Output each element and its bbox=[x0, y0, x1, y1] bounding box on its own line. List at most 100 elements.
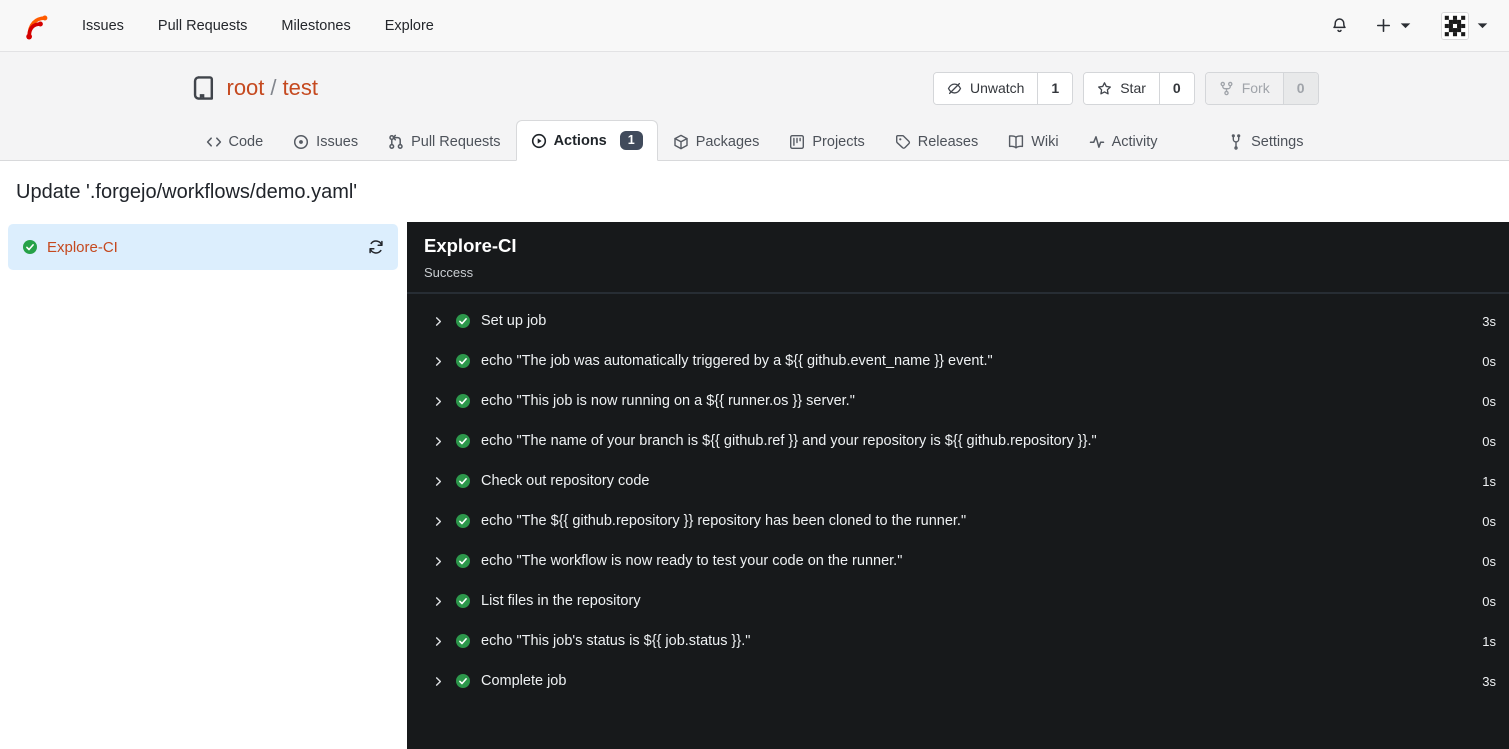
check-circle-icon bbox=[455, 673, 471, 689]
tab-activity-label: Activity bbox=[1111, 134, 1158, 150]
tab-settings-label: Settings bbox=[1251, 134, 1304, 150]
issue-opened-icon bbox=[293, 134, 309, 150]
nav-link-pull-requests[interactable]: Pull Requests bbox=[158, 18, 247, 34]
step-row-echo-this-job-s-status-is-job-status[interactable]: echo "This job's status is ${{ job.statu… bbox=[407, 621, 1509, 661]
step-row-set-up-job[interactable]: Set up job 3s bbox=[407, 301, 1509, 341]
step-duration: 0s bbox=[1482, 433, 1496, 449]
caret-down-icon bbox=[1474, 17, 1491, 34]
step-name: echo "The ${{ github.repository }} repos… bbox=[481, 513, 967, 529]
repo-name-link[interactable]: test bbox=[283, 75, 318, 101]
check-circle-icon bbox=[455, 473, 471, 489]
check-circle-icon bbox=[455, 433, 471, 449]
step-row-echo-the-github-repository-repository-ha[interactable]: echo "The ${{ github.repository }} repos… bbox=[407, 501, 1509, 541]
run-panel: Explore-CI Success Set up job 3s echo "The… bbox=[407, 222, 1509, 749]
repo-actions: Unwatch 1 Star 0 Fork 0 bbox=[932, 71, 1319, 105]
tab-activity[interactable]: Activity bbox=[1074, 123, 1173, 161]
tools-icon bbox=[1228, 134, 1244, 150]
tab-actions-label: Actions bbox=[553, 132, 607, 149]
create-new-button[interactable] bbox=[1375, 17, 1414, 34]
forgejo-logo-icon bbox=[22, 11, 52, 41]
nav-link-milestones[interactable]: Milestones bbox=[281, 18, 350, 34]
tab-projects-label: Projects bbox=[812, 134, 865, 150]
chevron-right-icon bbox=[432, 555, 445, 568]
step-duration: 3s bbox=[1482, 673, 1496, 689]
nav-link-explore[interactable]: Explore bbox=[385, 18, 434, 34]
step-row-list-files-in-the-repository[interactable]: List files in the repository 0s bbox=[407, 581, 1509, 621]
step-duration: 3s bbox=[1482, 313, 1496, 329]
step-duration: 0s bbox=[1482, 553, 1496, 569]
chevron-right-icon bbox=[432, 675, 445, 688]
repo-title-row: root / test Unwatch 1 Star 0 Fork 0 bbox=[191, 52, 1319, 108]
tab-issues[interactable]: Issues bbox=[278, 123, 373, 161]
chevron-right-icon bbox=[432, 475, 445, 488]
tab-projects[interactable]: Projects bbox=[774, 123, 879, 161]
step-name: List files in the repository bbox=[481, 593, 641, 609]
main-content: Update '.forgejo/workflows/demo.yaml' Ex… bbox=[0, 178, 1509, 749]
run-panel-header: Explore-CI Success bbox=[407, 222, 1509, 294]
tab-pull-requests[interactable]: Pull Requests bbox=[373, 123, 515, 161]
steps-list: Set up job 3s echo "The job was automatica… bbox=[407, 294, 1509, 701]
check-circle-icon bbox=[455, 593, 471, 609]
workflow-run-layout: Explore-CI Explore-CI Success Set up job… bbox=[0, 222, 1509, 749]
tab-code[interactable]: Code bbox=[191, 123, 279, 161]
nav-links: Issues Pull Requests Milestones Explore bbox=[82, 18, 434, 34]
repo-icon bbox=[191, 75, 217, 101]
step-duration: 0s bbox=[1482, 353, 1496, 369]
caret-down-icon bbox=[1397, 17, 1414, 34]
unwatch-count[interactable]: 1 bbox=[1037, 72, 1073, 104]
star-label: Star bbox=[1120, 80, 1146, 96]
tab-releases-label: Releases bbox=[917, 134, 979, 150]
unwatch-button[interactable]: Unwatch bbox=[933, 72, 1038, 104]
check-circle-icon bbox=[455, 633, 471, 649]
star-button[interactable]: Star bbox=[1084, 72, 1159, 104]
tab-releases[interactable]: Releases bbox=[880, 123, 993, 161]
git-fork-icon bbox=[1219, 81, 1234, 96]
book-icon bbox=[1008, 134, 1024, 150]
tab-actions[interactable]: Actions 1 bbox=[515, 120, 658, 161]
check-circle-icon bbox=[455, 553, 471, 569]
step-row-echo-the-name-of-your-branch-is-github-r[interactable]: echo "The name of your branch is ${{ git… bbox=[407, 421, 1509, 461]
sync-icon[interactable] bbox=[368, 239, 384, 255]
step-row-complete-job[interactable]: Complete job 3s bbox=[407, 661, 1509, 701]
chevron-right-icon bbox=[432, 395, 445, 408]
fork-button-group: Fork 0 bbox=[1204, 71, 1319, 105]
check-circle-icon bbox=[22, 239, 38, 255]
repo-header: root / test Unwatch 1 Star 0 Fork 0 Code Issue… bbox=[0, 52, 1509, 161]
step-row-echo-the-workflow-is-now-ready-to-test-y[interactable]: echo "The workflow is now ready to test … bbox=[407, 541, 1509, 581]
fork-count: 0 bbox=[1282, 72, 1318, 104]
tab-issues-label: Issues bbox=[316, 134, 359, 150]
check-circle-icon bbox=[455, 353, 471, 369]
play-icon bbox=[531, 133, 547, 149]
tab-settings[interactable]: Settings bbox=[1213, 123, 1318, 161]
check-circle-icon bbox=[455, 393, 471, 409]
run-panel-status: Success bbox=[424, 265, 474, 280]
star-button-group: Star 0 bbox=[1083, 71, 1195, 105]
step-row-echo-this-job-is-now-running-on-a-runner[interactable]: echo "This job is now running on a ${{ r… bbox=[407, 381, 1509, 421]
step-row-check-out-repository-code[interactable]: Check out repository code 1s bbox=[407, 461, 1509, 501]
star-count[interactable]: 0 bbox=[1158, 72, 1194, 104]
forgejo-logo[interactable] bbox=[22, 11, 52, 41]
check-circle-icon bbox=[455, 313, 471, 329]
plus-icon bbox=[1375, 17, 1392, 34]
job-name: Explore-CI bbox=[47, 238, 118, 256]
step-duration: 0s bbox=[1482, 393, 1496, 409]
eye-off-icon bbox=[947, 81, 962, 96]
step-name: echo "This job's status is ${{ job.statu… bbox=[481, 633, 751, 649]
repo-owner-link[interactable]: root bbox=[227, 75, 265, 101]
notifications-button[interactable] bbox=[1331, 17, 1348, 34]
tag-icon bbox=[895, 134, 911, 150]
top-navbar: Issues Pull Requests Milestones Explore bbox=[0, 0, 1509, 52]
tab-wiki[interactable]: Wiki bbox=[993, 123, 1073, 161]
step-name: echo "The job was automatically triggere… bbox=[481, 353, 993, 369]
nav-link-issues[interactable]: Issues bbox=[82, 18, 124, 34]
nav-right bbox=[1331, 11, 1491, 40]
job-item-explore-ci[interactable]: Explore-CI bbox=[8, 224, 398, 270]
unwatch-label: Unwatch bbox=[969, 80, 1025, 96]
step-name: echo "The name of your branch is ${{ git… bbox=[481, 433, 1097, 449]
code-icon bbox=[206, 134, 222, 150]
tab-wiki-label: Wiki bbox=[1031, 134, 1059, 150]
step-row-echo-the-job-was-automatically-triggered[interactable]: echo "The job was automatically triggere… bbox=[407, 341, 1509, 381]
chevron-right-icon bbox=[432, 515, 445, 528]
user-menu-button[interactable] bbox=[1441, 11, 1491, 40]
tab-packages[interactable]: Packages bbox=[658, 123, 775, 161]
